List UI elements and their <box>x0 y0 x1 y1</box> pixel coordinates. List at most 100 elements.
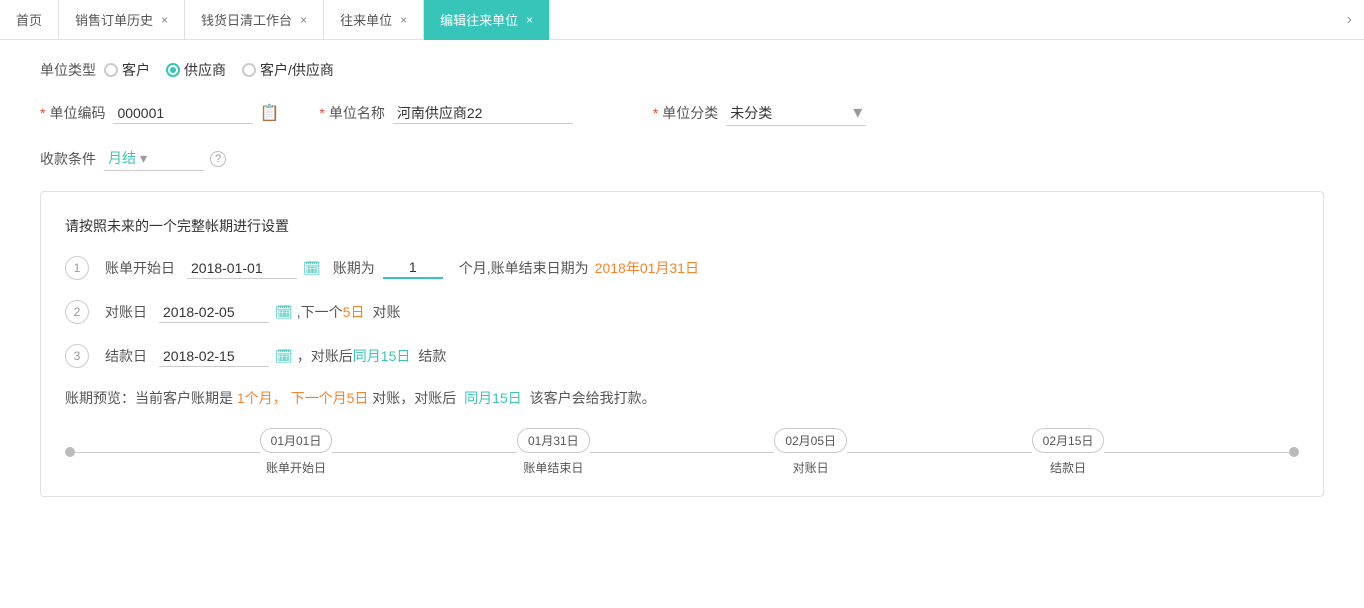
radio-both-label: 客户/供应商 <box>260 60 334 80</box>
tabs-bar: 首页 销售订单历史 × 钱货日清工作台 × 往来单位 × 编辑往来单位 × › <box>0 0 1364 40</box>
radio-customer[interactable]: 客户 <box>104 60 150 80</box>
timeline-badge-3: 02月05日 <box>774 428 847 453</box>
preview-middle: 对账，对账后 <box>372 390 456 406</box>
step-2-calendar-icon[interactable]: 🗓 <box>275 304 293 321</box>
tab-edit-partner-label: 编辑往来单位 <box>440 10 518 29</box>
payment-chevron: ▾ <box>140 150 147 167</box>
tab-cash-work-close[interactable]: × <box>300 13 307 27</box>
page-content: 单位类型 客户 供应商 客户/供应商 * 单位编码 <box>0 40 1364 608</box>
timeline-line-1 <box>75 452 260 453</box>
unit-code-icon[interactable]: 📋 <box>259 103 279 123</box>
timeline-container: 01月01日 账单开始日 01月31日 账单结束日 02月05日 对账日 02月… <box>65 428 1299 476</box>
payment-label: 收款条件 <box>40 149 96 169</box>
timeline-badge-1: 01月01日 <box>260 428 333 453</box>
unit-code-item: * 单位编码 📋 <box>40 103 279 124</box>
unit-name-star: * <box>319 105 324 121</box>
tab-home[interactable]: 首页 <box>0 0 59 40</box>
timeline-label-4: 结款日 <box>1050 459 1086 476</box>
step-3-desc-suffix: 结款 <box>418 346 446 366</box>
step-1-period-end: 2018年01月31日 <box>595 258 699 278</box>
step-3-calendar-icon[interactable]: 🗓 <box>275 348 293 365</box>
timeline-line-2 <box>332 452 517 453</box>
payment-help-icon[interactable]: ? <box>210 151 226 167</box>
unit-category-label: 单位分类 <box>662 103 718 123</box>
preview-prefix: 账期预览：当前客户账期是 <box>65 390 233 406</box>
tab-sales-history-close[interactable]: × <box>161 13 168 27</box>
unit-type-radio-group: 客户 供应商 客户/供应商 <box>104 60 334 80</box>
preview-suffix: 该客户会给我打款。 <box>530 390 656 406</box>
radio-both[interactable]: 客户/供应商 <box>242 60 334 80</box>
tab-partner-close[interactable]: × <box>400 13 407 27</box>
step-2-desc-prefix: ,下一个 <box>297 302 343 322</box>
step-2-num: 2 <box>65 300 89 324</box>
unit-category-select[interactable]: 未分类 ▾ <box>726 100 866 126</box>
step-1-label: 账单开始日 <box>105 258 175 278</box>
timeline-node-4: 02月15日 结款日 <box>1032 428 1105 476</box>
tab-partner-label: 往来单位 <box>340 10 392 29</box>
preview-p3: 同月15日 <box>464 390 522 406</box>
unit-type-label: 单位类型 <box>40 60 96 80</box>
radio-supplier-circle <box>166 63 180 77</box>
tab-edit-partner-close[interactable]: × <box>526 13 533 27</box>
radio-supplier-label: 供应商 <box>184 60 226 80</box>
timeline-badge-4: 02月15日 <box>1032 428 1105 453</box>
step-2-desc-suffix: 对账 <box>372 302 400 322</box>
timeline-node-1: 01月01日 账单开始日 <box>260 428 333 476</box>
step-2-row: 2 对账日 🗓 ,下一个 5日 对账 <box>65 300 1299 324</box>
step-3-num: 3 <box>65 344 89 368</box>
step-3-label: 结款日 <box>105 346 147 366</box>
card-title: 请按照未来的一个完整帐期进行设置 <box>65 216 1299 236</box>
payment-value: 月结 <box>108 148 136 168</box>
radio-supplier[interactable]: 供应商 <box>166 60 226 80</box>
timeline-node-3: 02月05日 对账日 <box>774 428 847 476</box>
tab-home-label: 首页 <box>16 10 42 29</box>
radio-both-circle <box>242 63 256 77</box>
unit-info-row: * 单位编码 📋 * 单位名称 * 单位分类 未分类 ▾ <box>40 100 1324 126</box>
step-1-date-input[interactable] <box>187 258 297 279</box>
tab-sales-history-label: 销售订单历史 <box>75 10 153 29</box>
timeline-line-3 <box>590 452 775 453</box>
unit-category-item: * 单位分类 未分类 ▾ <box>653 100 866 126</box>
step-3-desc-prefix: ，对账后 <box>297 346 353 366</box>
unit-name-item: * 单位名称 <box>319 103 572 124</box>
radio-customer-label: 客户 <box>122 60 150 80</box>
payment-row: 收款条件 月结 ▾ ? <box>40 146 1324 171</box>
timeline-label-3: 对账日 <box>793 459 829 476</box>
timeline-end-dot <box>1289 447 1299 457</box>
preview-p1: 1个月， <box>237 390 287 406</box>
tab-partner[interactable]: 往来单位 × <box>324 0 424 40</box>
unit-category-value: 未分类 <box>730 103 853 123</box>
timeline-label-2: 账单结束日 <box>523 459 583 476</box>
step-1-period-label: 账期为 <box>333 258 375 278</box>
card-section: 请按照未来的一个完整帐期进行设置 1 账单开始日 🗓 账期为 个月,账单结束日期… <box>40 191 1324 497</box>
unit-code-input[interactable] <box>113 103 253 124</box>
payment-item: 收款条件 月结 ▾ ? <box>40 146 226 171</box>
step-1-calendar-icon[interactable]: 🗓 <box>303 260 321 277</box>
unit-type-row: 单位类型 客户 供应商 客户/供应商 <box>40 60 1324 80</box>
step-2-label: 对账日 <box>105 302 147 322</box>
unit-category-chevron: ▾ <box>853 102 862 123</box>
unit-category-star: * <box>653 105 658 121</box>
payment-select[interactable]: 月结 ▾ <box>104 146 204 171</box>
step-2-desc-highlight: 5日 <box>343 302 365 322</box>
preview-text: 账期预览：当前客户账期是 1个月， 下一个月5日 对账，对账后 同月15日 该客… <box>65 388 1299 408</box>
step-1-num: 1 <box>65 256 89 280</box>
step-1-period-input[interactable] <box>383 257 443 279</box>
step-1-period-unit: 个月,账单结束日期为 <box>459 258 589 278</box>
preview-p2: 下一个月5日 <box>291 390 369 406</box>
step-3-date-input[interactable] <box>159 346 269 367</box>
timeline-start-dot <box>65 447 75 457</box>
unit-name-input[interactable] <box>393 103 573 124</box>
timeline-line-4 <box>847 452 1032 453</box>
tab-sales-history[interactable]: 销售订单历史 × <box>59 0 185 40</box>
tab-cash-work[interactable]: 钱货日清工作台 × <box>185 0 324 40</box>
radio-customer-circle <box>104 63 118 77</box>
unit-code-star: * <box>40 105 45 121</box>
step-2-date-input[interactable] <box>159 302 269 323</box>
timeline-label-1: 账单开始日 <box>266 459 326 476</box>
timeline-node-2: 01月31日 账单结束日 <box>517 428 590 476</box>
tabs-expand-icon[interactable]: › <box>1335 11 1364 29</box>
timeline-badge-2: 01月31日 <box>517 428 590 453</box>
unit-name-label: 单位名称 <box>329 103 385 123</box>
tab-edit-partner[interactable]: 编辑往来单位 × <box>424 0 550 40</box>
